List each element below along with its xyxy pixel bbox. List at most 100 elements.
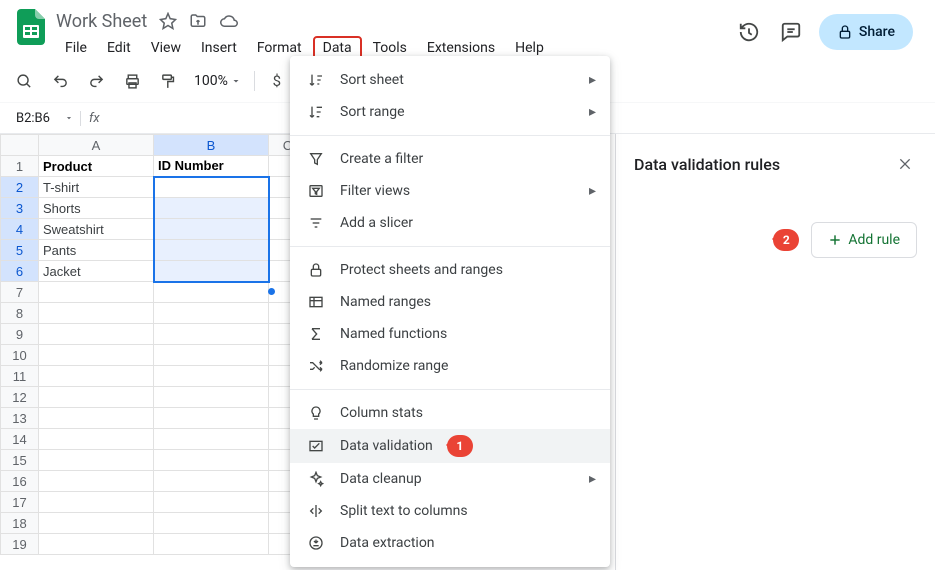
row-header[interactable]: 10 [1, 345, 39, 366]
row-header[interactable]: 13 [1, 408, 39, 429]
cell[interactable] [39, 303, 154, 324]
cell[interactable] [154, 513, 269, 534]
cell[interactable] [154, 177, 269, 198]
row-header[interactable]: 9 [1, 324, 39, 345]
cell[interactable] [39, 408, 154, 429]
cell[interactable] [39, 282, 154, 303]
cell[interactable] [39, 450, 154, 471]
menu-column-stats[interactable]: Column stats [290, 397, 610, 429]
add-rule-button[interactable]: Add rule [811, 222, 917, 258]
menu-file[interactable]: File [56, 36, 96, 60]
cell[interactable] [39, 471, 154, 492]
cell[interactable] [39, 492, 154, 513]
cloud-status-icon[interactable] [219, 12, 239, 30]
cell[interactable] [39, 534, 154, 555]
row-header[interactable]: 18 [1, 513, 39, 534]
chevron-down-icon[interactable] [64, 113, 74, 123]
print-icon[interactable] [118, 68, 146, 94]
select-all-corner[interactable] [1, 135, 39, 156]
menu-add-slicer[interactable]: Add a slicer [290, 207, 610, 239]
cell[interactable] [154, 387, 269, 408]
row-header[interactable]: 7 [1, 282, 39, 303]
cell[interactable]: Shorts [39, 198, 154, 219]
row-header[interactable]: 16 [1, 471, 39, 492]
menu-create-filter[interactable]: Create a filter [290, 143, 610, 175]
menu-randomize-range[interactable]: Randomize range [290, 350, 610, 382]
row-header[interactable]: 4 [1, 219, 39, 240]
extract-icon [306, 533, 326, 553]
menu-view[interactable]: View [142, 36, 190, 60]
cell[interactable] [154, 261, 269, 282]
cell[interactable] [154, 282, 269, 303]
cell[interactable] [39, 513, 154, 534]
cell[interactable] [154, 219, 269, 240]
cell[interactable] [154, 198, 269, 219]
cell[interactable] [154, 408, 269, 429]
cell[interactable]: Sweatshirt [39, 219, 154, 240]
cell[interactable] [154, 324, 269, 345]
history-icon[interactable] [735, 18, 763, 46]
cell[interactable] [154, 492, 269, 513]
sheets-logo[interactable] [12, 8, 50, 46]
close-icon[interactable] [893, 152, 917, 176]
cell[interactable]: Product [39, 156, 154, 177]
currency-format-button[interactable]: $ [263, 68, 291, 94]
cell[interactable] [154, 450, 269, 471]
menu-named-ranges[interactable]: Named ranges [290, 286, 610, 318]
cell[interactable] [39, 324, 154, 345]
comments-icon[interactable] [777, 18, 805, 46]
row-header[interactable]: 19 [1, 534, 39, 555]
menu-split-text[interactable]: Split text to columns [290, 495, 610, 527]
cell[interactable] [39, 429, 154, 450]
menu-sort-sheet[interactable]: Sort sheet ▸ [290, 64, 610, 96]
menu-data-extraction[interactable]: Data extraction [290, 527, 610, 559]
cell[interactable] [39, 387, 154, 408]
share-button[interactable]: Share [819, 14, 913, 50]
cell[interactable] [154, 534, 269, 555]
cell[interactable] [154, 429, 269, 450]
row-header[interactable]: 8 [1, 303, 39, 324]
redo-icon[interactable] [82, 68, 110, 94]
cell[interactable]: Pants [39, 240, 154, 261]
cell[interactable] [39, 345, 154, 366]
menu-insert[interactable]: Insert [192, 36, 246, 60]
col-header-a[interactable]: A [39, 135, 154, 156]
menu-data-validation[interactable]: Data validation 1 [290, 429, 610, 463]
row-header[interactable]: 1 [1, 156, 39, 177]
document-title[interactable]: Work Sheet [56, 11, 147, 32]
move-folder-icon[interactable] [189, 12, 207, 30]
menu-named-functions[interactable]: Named functions [290, 318, 610, 350]
row-header[interactable]: 14 [1, 429, 39, 450]
row-header[interactable]: 2 [1, 177, 39, 198]
cell[interactable] [154, 471, 269, 492]
menu-protect-sheets[interactable]: Protect sheets and ranges [290, 254, 610, 286]
cell[interactable] [154, 366, 269, 387]
cell[interactable] [154, 345, 269, 366]
cell[interactable] [39, 366, 154, 387]
row-header[interactable]: 6 [1, 261, 39, 282]
cell[interactable] [154, 240, 269, 261]
cell[interactable] [154, 303, 269, 324]
row-header[interactable]: 17 [1, 492, 39, 513]
undo-icon[interactable] [46, 68, 74, 94]
row-header[interactable]: 11 [1, 366, 39, 387]
col-header-b[interactable]: B [154, 135, 269, 156]
spreadsheet-grid[interactable]: A B C 1ProductID Number 2T-shirt 3Shorts… [0, 134, 307, 555]
menu-filter-views[interactable]: Filter views ▸ [290, 175, 610, 207]
row-header[interactable]: 5 [1, 240, 39, 261]
menu-edit[interactable]: Edit [98, 36, 140, 60]
row-header[interactable]: 12 [1, 387, 39, 408]
star-icon[interactable] [159, 12, 177, 30]
search-icon[interactable] [10, 68, 38, 94]
menu-data-cleanup[interactable]: Data cleanup ▸ [290, 463, 610, 495]
selection-handle[interactable] [268, 288, 275, 295]
zoom-dropdown[interactable]: 100% [190, 73, 246, 89]
cell[interactable]: ID Number [154, 156, 269, 177]
paint-format-icon[interactable] [154, 68, 182, 94]
cell[interactable]: Jacket [39, 261, 154, 282]
name-box[interactable]: B2:B6 [8, 109, 58, 128]
row-header[interactable]: 15 [1, 450, 39, 471]
row-header[interactable]: 3 [1, 198, 39, 219]
cell[interactable]: T-shirt [39, 177, 154, 198]
menu-sort-range[interactable]: Sort range ▸ [290, 96, 610, 128]
